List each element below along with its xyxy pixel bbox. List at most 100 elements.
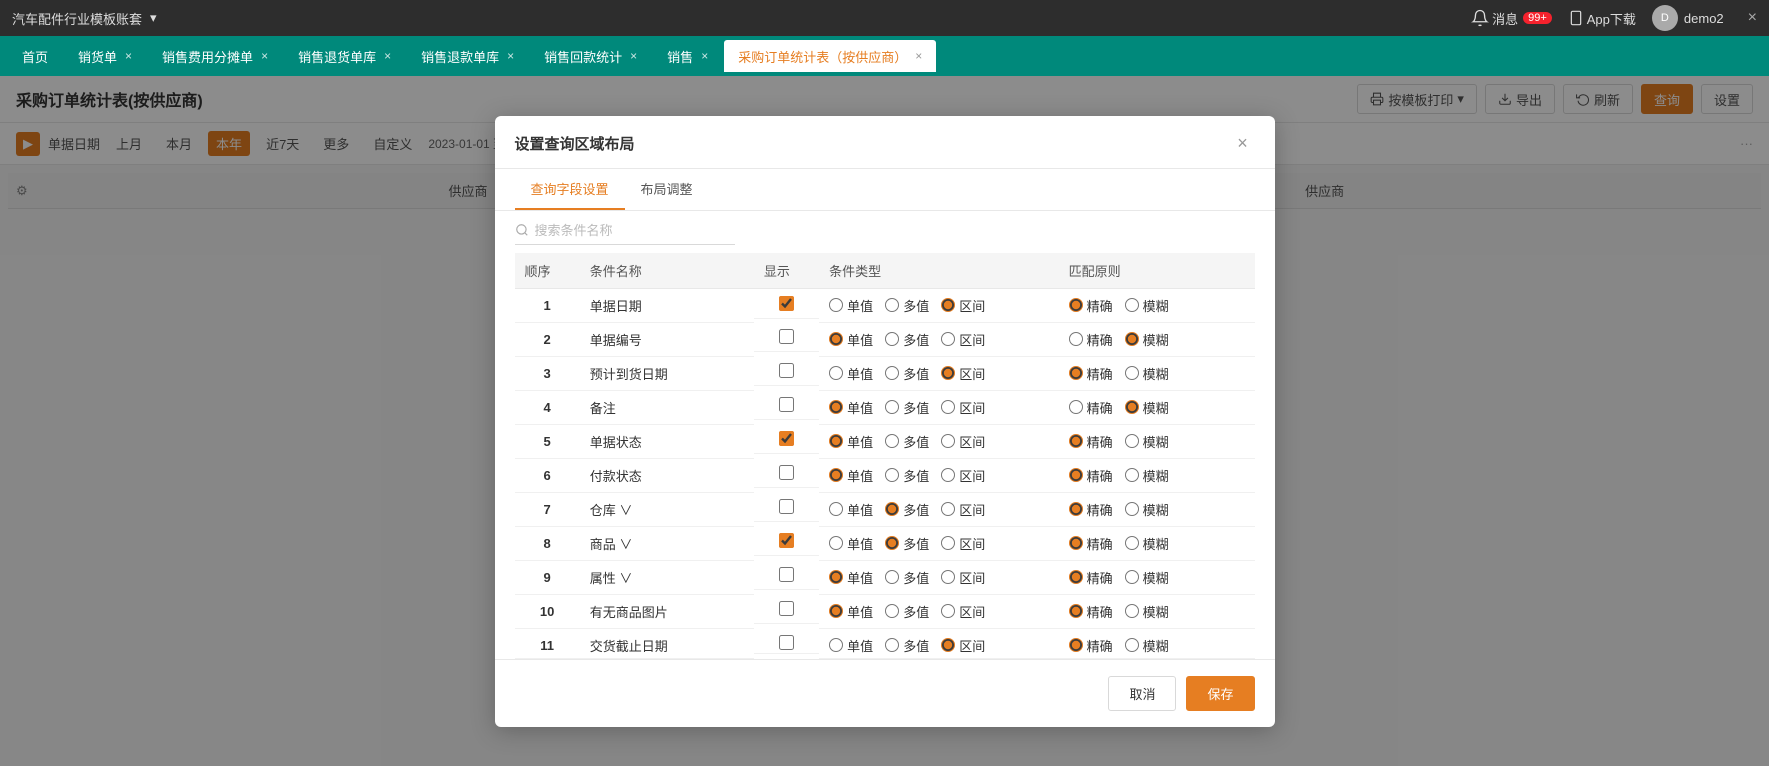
- show-checkbox[interactable]: [779, 363, 794, 378]
- tab-sales2[interactable]: 销售退货单库 ×: [284, 40, 405, 72]
- type-option[interactable]: 单值: [829, 296, 873, 315]
- user-avatar[interactable]: D demo2: [1652, 5, 1724, 31]
- type-option[interactable]: 区间: [941, 296, 985, 315]
- match-option[interactable]: 精确: [1069, 602, 1113, 621]
- cell-show[interactable]: [754, 594, 819, 624]
- tab-expense[interactable]: 销售费用分摊单 ×: [148, 40, 282, 72]
- tab-tab4[interactable]: 销售退款单库 ×: [407, 40, 528, 72]
- app-download-btn[interactable]: App下载: [1568, 9, 1636, 28]
- tab-tab5-close[interactable]: ×: [630, 49, 637, 63]
- cell-show[interactable]: [754, 390, 819, 420]
- show-checkbox[interactable]: [779, 635, 794, 650]
- show-checkbox[interactable]: [779, 465, 794, 480]
- type-option[interactable]: 单值: [829, 500, 873, 519]
- tab-tab5[interactable]: 销售回款统计 ×: [530, 40, 651, 72]
- app-close-button[interactable]: ×: [1748, 9, 1757, 27]
- type-option[interactable]: 区间: [941, 602, 985, 621]
- tab-home[interactable]: 首页: [8, 40, 62, 72]
- show-checkbox[interactable]: [779, 567, 794, 582]
- type-option[interactable]: 多值: [885, 432, 929, 451]
- show-checkbox[interactable]: [779, 533, 794, 548]
- type-option[interactable]: 单值: [829, 534, 873, 553]
- show-checkbox[interactable]: [779, 397, 794, 412]
- type-option[interactable]: 单值: [829, 636, 873, 655]
- show-checkbox[interactable]: [779, 296, 794, 311]
- type-option[interactable]: 区间: [941, 500, 985, 519]
- save-button[interactable]: 保存: [1186, 676, 1254, 711]
- type-option[interactable]: 多值: [885, 398, 929, 417]
- match-option[interactable]: 精确: [1069, 398, 1113, 417]
- tab-expense-close[interactable]: ×: [261, 49, 268, 63]
- cell-show[interactable]: [754, 560, 819, 590]
- type-option[interactable]: 区间: [941, 466, 985, 485]
- type-option[interactable]: 多值: [885, 500, 929, 519]
- tab-tab6[interactable]: 销售 ×: [653, 40, 722, 72]
- cell-show[interactable]: [754, 628, 819, 654]
- cell-show[interactable]: [754, 492, 819, 522]
- type-option[interactable]: 区间: [941, 364, 985, 383]
- search-input[interactable]: [535, 223, 715, 238]
- show-checkbox[interactable]: [779, 329, 794, 344]
- match-option[interactable]: 精确: [1069, 534, 1113, 553]
- match-option[interactable]: 精确: [1069, 466, 1113, 485]
- cell-show[interactable]: [754, 424, 819, 454]
- modal-tab-fields[interactable]: 查询字段设置: [515, 169, 625, 210]
- type-option[interactable]: 区间: [941, 568, 985, 587]
- tab-sales-close[interactable]: ×: [125, 49, 132, 63]
- tab-tab4-close[interactable]: ×: [507, 49, 514, 63]
- show-checkbox[interactable]: [779, 431, 794, 446]
- type-option[interactable]: 多值: [885, 296, 929, 315]
- match-option[interactable]: 精确: [1069, 568, 1113, 587]
- type-option[interactable]: 单值: [829, 398, 873, 417]
- type-option[interactable]: 区间: [941, 432, 985, 451]
- type-option[interactable]: 多值: [885, 636, 929, 655]
- match-option[interactable]: 精确: [1069, 500, 1113, 519]
- tab-tab6-close[interactable]: ×: [701, 49, 708, 63]
- match-option[interactable]: 精确: [1069, 296, 1113, 315]
- tab-sales[interactable]: 销货单 ×: [64, 40, 146, 72]
- cell-show[interactable]: [754, 458, 819, 488]
- type-option[interactable]: 区间: [941, 330, 985, 349]
- type-option[interactable]: 单值: [829, 432, 873, 451]
- type-option[interactable]: 多值: [885, 330, 929, 349]
- dropdown-arrow[interactable]: ▾: [150, 10, 157, 26]
- modal-tab-layout[interactable]: 布局调整: [625, 169, 709, 210]
- notification-icon[interactable]: 消息 99+: [1471, 9, 1552, 28]
- match-option[interactable]: 模糊: [1125, 534, 1169, 553]
- match-option[interactable]: 精确: [1069, 432, 1113, 451]
- cancel-button[interactable]: 取消: [1108, 676, 1176, 711]
- type-option[interactable]: 单值: [829, 364, 873, 383]
- match-option[interactable]: 模糊: [1125, 296, 1169, 315]
- tab-purchase[interactable]: 采购订单统计表（按供应商） ×: [724, 40, 936, 72]
- type-option[interactable]: 单值: [829, 602, 873, 621]
- show-checkbox[interactable]: [779, 601, 794, 616]
- show-checkbox[interactable]: [779, 499, 794, 514]
- match-option[interactable]: 模糊: [1125, 500, 1169, 519]
- match-option[interactable]: 模糊: [1125, 432, 1169, 451]
- type-option[interactable]: 单值: [829, 466, 873, 485]
- cell-show[interactable]: [754, 356, 819, 386]
- type-option[interactable]: 区间: [941, 636, 985, 655]
- match-option[interactable]: 模糊: [1125, 636, 1169, 655]
- match-option[interactable]: 精确: [1069, 636, 1113, 655]
- cell-show[interactable]: [754, 322, 819, 352]
- match-option[interactable]: 模糊: [1125, 330, 1169, 349]
- match-option[interactable]: 模糊: [1125, 398, 1169, 417]
- type-option[interactable]: 单值: [829, 330, 873, 349]
- cell-show[interactable]: [754, 526, 819, 556]
- modal-backdrop[interactable]: 设置查询区域布局 × 查询字段设置 布局调整: [0, 76, 1769, 766]
- type-option[interactable]: 多值: [885, 534, 929, 553]
- modal-close-button[interactable]: ×: [1231, 132, 1255, 156]
- type-option[interactable]: 区间: [941, 534, 985, 553]
- match-option[interactable]: 精确: [1069, 364, 1113, 383]
- match-option[interactable]: 模糊: [1125, 466, 1169, 485]
- type-option[interactable]: 多值: [885, 568, 929, 587]
- match-option[interactable]: 模糊: [1125, 364, 1169, 383]
- cell-show[interactable]: [754, 289, 819, 319]
- match-option[interactable]: 模糊: [1125, 602, 1169, 621]
- match-option[interactable]: 精确: [1069, 330, 1113, 349]
- tab-purchase-close[interactable]: ×: [915, 49, 922, 63]
- match-option[interactable]: 模糊: [1125, 568, 1169, 587]
- type-option[interactable]: 多值: [885, 364, 929, 383]
- type-option[interactable]: 多值: [885, 602, 929, 621]
